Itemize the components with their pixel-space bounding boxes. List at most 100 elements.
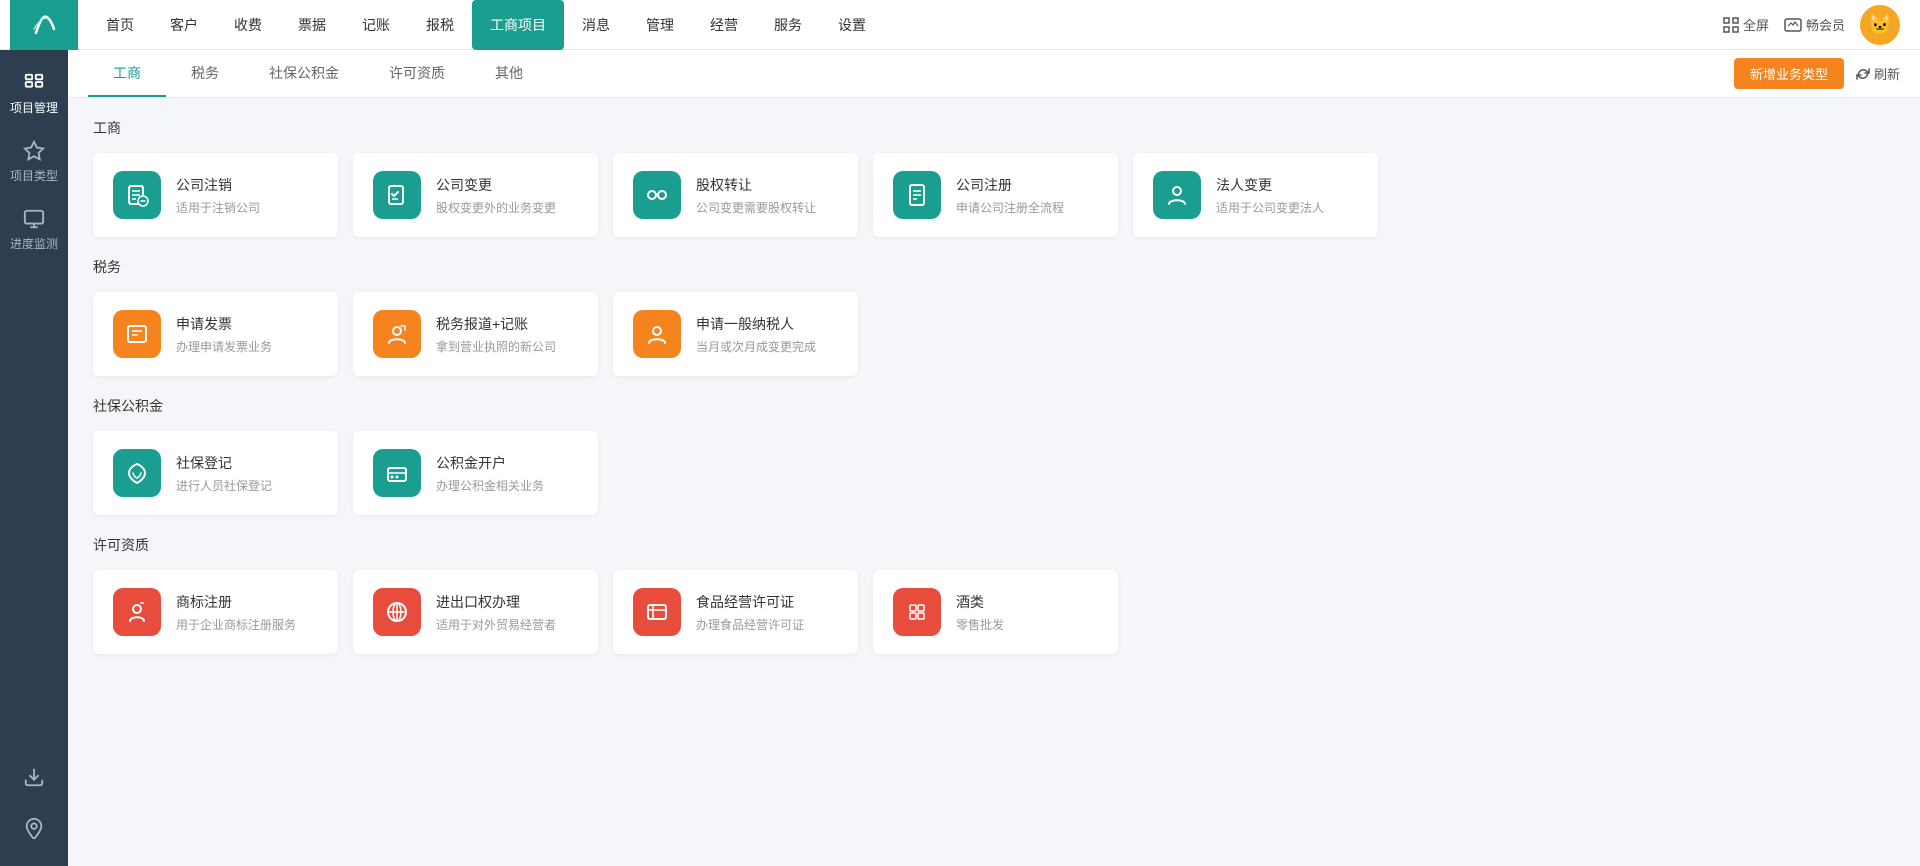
nav-accounting[interactable]: 记账	[344, 0, 408, 50]
card-icon-housing-fund	[373, 449, 421, 497]
fullscreen-label: 全屏	[1743, 15, 1769, 34]
cards-grid-xuke: 商标注册 用于企业商标注册服务 进出口权办理 适用于对外贸易经营者	[93, 570, 1895, 654]
nav-manage[interactable]: 管理	[628, 0, 692, 50]
nav-message[interactable]: 消息	[564, 0, 628, 50]
card-icon-general-taxpayer	[633, 310, 681, 358]
section-title-xuke: 许可资质	[93, 535, 1895, 555]
tab-xuke[interactable]: 许可资质	[364, 50, 470, 97]
section-gongshang: 工商 公司注销 适用于注销公司	[93, 118, 1895, 237]
cards-grid-gongshang: 公司注销 适用于注销公司 公司变更 股权变更外的业务变更	[93, 153, 1895, 237]
nav-operation[interactable]: 经营	[692, 0, 756, 50]
tab-qita[interactable]: 其他	[470, 50, 548, 97]
card-general-taxpayer[interactable]: 申请一般纳税人 当月或次月成变更完成	[613, 292, 858, 376]
card-trademark[interactable]: 商标注册 用于企业商标注册服务	[93, 570, 338, 654]
card-name-company-register: 公司注册	[956, 175, 1098, 195]
card-desc-legal-change: 适用于公司变更法人	[1216, 199, 1358, 216]
card-icon-tax-report	[373, 310, 421, 358]
card-icon-food-license	[633, 588, 681, 636]
top-navigation: 首页 客户 收费 票据 记账 报税 工商项目 消息 管理 经营 服务 设置 全屏…	[0, 0, 1920, 50]
card-icon-legal-change	[1153, 171, 1201, 219]
card-desc-tax-report: 拿到营业执照的新公司	[436, 338, 578, 355]
card-company-cancel[interactable]: 公司注销 适用于注销公司	[93, 153, 338, 237]
nav-settings[interactable]: 设置	[820, 0, 884, 50]
card-icon-alcohol	[893, 588, 941, 636]
sidebar-item-progress[interactable]: 进度监测	[0, 196, 68, 264]
card-info-equity-transfer: 股权转让 公司变更需要股权转让	[696, 175, 838, 216]
sidebar-location[interactable]	[18, 805, 50, 851]
card-food-license[interactable]: 食品经营许可证 办理食品经营许可证	[613, 570, 858, 654]
card-name-housing-fund: 公积金开户	[436, 453, 578, 473]
card-icon-company-cancel	[113, 171, 161, 219]
card-icon-company-register	[893, 171, 941, 219]
section-title-gongshang: 工商	[93, 118, 1895, 138]
nav-service[interactable]: 服务	[756, 0, 820, 50]
nav-customer[interactable]: 客户	[152, 0, 216, 50]
card-desc-trademark: 用于企业商标注册服务	[176, 616, 318, 633]
card-info-tax-report: 税务报道+记账 拿到营业执照的新公司	[436, 314, 578, 355]
sidebar-download[interactable]	[18, 754, 50, 800]
card-name-legal-change: 法人变更	[1216, 175, 1358, 195]
sidebar-item-project-type[interactable]: 项目类型	[0, 128, 68, 196]
section-title-shebao: 社保公积金	[93, 396, 1895, 416]
nav-fee[interactable]: 收费	[216, 0, 280, 50]
nav-ticket[interactable]: 票据	[280, 0, 344, 50]
main-layout: 项目管理 项目类型 进度监测 工商 税务 社保公积金 许可资质	[0, 50, 1920, 866]
card-company-register[interactable]: 公司注册 申请公司注册全流程	[873, 153, 1118, 237]
card-info-company-change: 公司变更 股权变更外的业务变更	[436, 175, 578, 216]
card-info-food-license: 食品经营许可证 办理食品经营许可证	[696, 592, 838, 633]
tab-gongshang[interactable]: 工商	[88, 50, 166, 97]
card-desc-invoice: 办理申请发票业务	[176, 338, 318, 355]
card-info-trademark: 商标注册 用于企业商标注册服务	[176, 592, 318, 633]
card-info-alcohol: 酒类 零售批发	[956, 592, 1098, 633]
card-alcohol[interactable]: 酒类 零售批发	[873, 570, 1118, 654]
card-name-trademark: 商标注册	[176, 592, 318, 612]
card-info-import-export: 进出口权办理 适用于对外贸易经营者	[436, 592, 578, 633]
card-company-change[interactable]: 公司变更 股权变更外的业务变更	[353, 153, 598, 237]
card-icon-equity-transfer	[633, 171, 681, 219]
card-desc-alcohol: 零售批发	[956, 616, 1098, 633]
sidebar: 项目管理 项目类型 进度监测	[0, 50, 68, 866]
sidebar-item-project-management[interactable]: 项目管理	[0, 60, 68, 128]
card-icon-social-insurance	[113, 449, 161, 497]
section-shebao: 社保公积金 社保登记 进行人员社保登记	[93, 396, 1895, 515]
card-equity-transfer[interactable]: 股权转让 公司变更需要股权转让	[613, 153, 858, 237]
card-legal-change[interactable]: 法人变更 适用于公司变更法人	[1133, 153, 1378, 237]
card-name-tax-report: 税务报道+记账	[436, 314, 578, 334]
nav-tax[interactable]: 报税	[408, 0, 472, 50]
section-title-shuiwu: 税务	[93, 257, 1895, 277]
tabs: 工商 税务 社保公积金 许可资质 其他	[88, 50, 548, 97]
card-info-company-cancel: 公司注销 适用于注销公司	[176, 175, 318, 216]
card-desc-company-cancel: 适用于注销公司	[176, 199, 318, 216]
top-nav-right: 全屏 畅会员 🐱	[1723, 5, 1910, 45]
card-desc-company-register: 申请公司注册全流程	[956, 199, 1098, 216]
card-name-invoice: 申请发票	[176, 314, 318, 334]
tab-shebao[interactable]: 社保公积金	[244, 50, 364, 97]
logo[interactable]	[10, 0, 78, 50]
nav-business[interactable]: 工商项目	[472, 0, 564, 50]
card-desc-company-change: 股权变更外的业务变更	[436, 199, 578, 216]
nav-home[interactable]: 首页	[88, 0, 152, 50]
refresh-button[interactable]: 刷新	[1856, 64, 1900, 83]
mascot-avatar[interactable]: 🐱	[1860, 5, 1900, 45]
sidebar-bottom	[18, 754, 50, 866]
tab-shuiwu[interactable]: 税务	[166, 50, 244, 97]
card-desc-food-license: 办理食品经营许可证	[696, 616, 838, 633]
card-housing-fund[interactable]: 公积金开户 办理公积金相关业务	[353, 431, 598, 515]
content-area: 工商 税务 社保公积金 许可资质 其他 新增业务类型 刷新 工商	[68, 50, 1920, 866]
card-info-legal-change: 法人变更 适用于公司变更法人	[1216, 175, 1358, 216]
vip-button[interactable]: 畅会员	[1784, 15, 1845, 34]
sidebar-item-label: 进度监测	[10, 235, 58, 252]
card-info-housing-fund: 公积金开户 办理公积金相关业务	[436, 453, 578, 494]
card-name-general-taxpayer: 申请一般纳税人	[696, 314, 838, 334]
card-desc-general-taxpayer: 当月或次月成变更完成	[696, 338, 838, 355]
card-desc-import-export: 适用于对外贸易经营者	[436, 616, 578, 633]
card-social-insurance[interactable]: 社保登记 进行人员社保登记	[93, 431, 338, 515]
fullscreen-button[interactable]: 全屏	[1723, 15, 1769, 34]
card-name-food-license: 食品经营许可证	[696, 592, 838, 612]
card-invoice[interactable]: 申请发票 办理申请发票业务	[93, 292, 338, 376]
card-tax-report[interactable]: 税务报道+记账 拿到营业执照的新公司	[353, 292, 598, 376]
section-shuiwu: 税务 申请发票 办理申请发票业务	[93, 257, 1895, 376]
card-icon-import-export	[373, 588, 421, 636]
new-type-button[interactable]: 新增业务类型	[1734, 58, 1844, 89]
card-import-export[interactable]: 进出口权办理 适用于对外贸易经营者	[353, 570, 598, 654]
